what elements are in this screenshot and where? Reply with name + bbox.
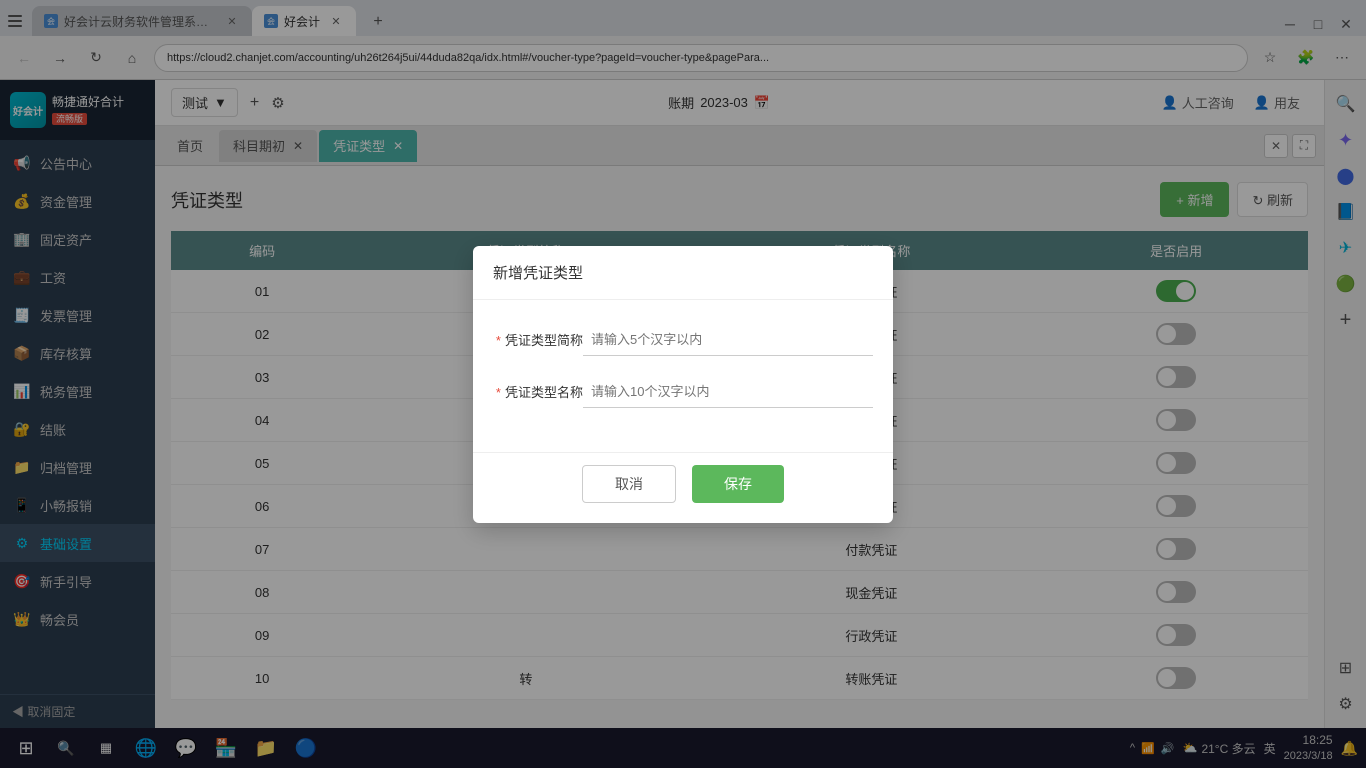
name-label: *凭证类型名称	[493, 382, 583, 401]
cancel-button[interactable]: 取消	[582, 465, 676, 503]
save-button[interactable]: 保存	[692, 465, 784, 503]
abbr-input[interactable]	[583, 324, 873, 356]
form-row-name: *凭证类型名称	[493, 376, 873, 408]
dialog-body: *凭证类型简称 *凭证类型名称	[473, 300, 893, 452]
name-required-mark: *	[496, 385, 501, 400]
dialog-footer: 取消 保存	[473, 452, 893, 523]
name-input[interactable]	[583, 376, 873, 408]
dialog-overlay: 新增凭证类型 *凭证类型简称 *凭证类型名称 取消 保存	[0, 0, 1366, 768]
abbr-label: *凭证类型简称	[493, 330, 583, 349]
abbr-required-mark: *	[496, 333, 501, 348]
dialog-title: 新增凭证类型	[473, 246, 893, 300]
form-row-abbr: *凭证类型简称	[493, 324, 873, 356]
new-voucher-type-dialog: 新增凭证类型 *凭证类型简称 *凭证类型名称 取消 保存	[473, 246, 893, 523]
